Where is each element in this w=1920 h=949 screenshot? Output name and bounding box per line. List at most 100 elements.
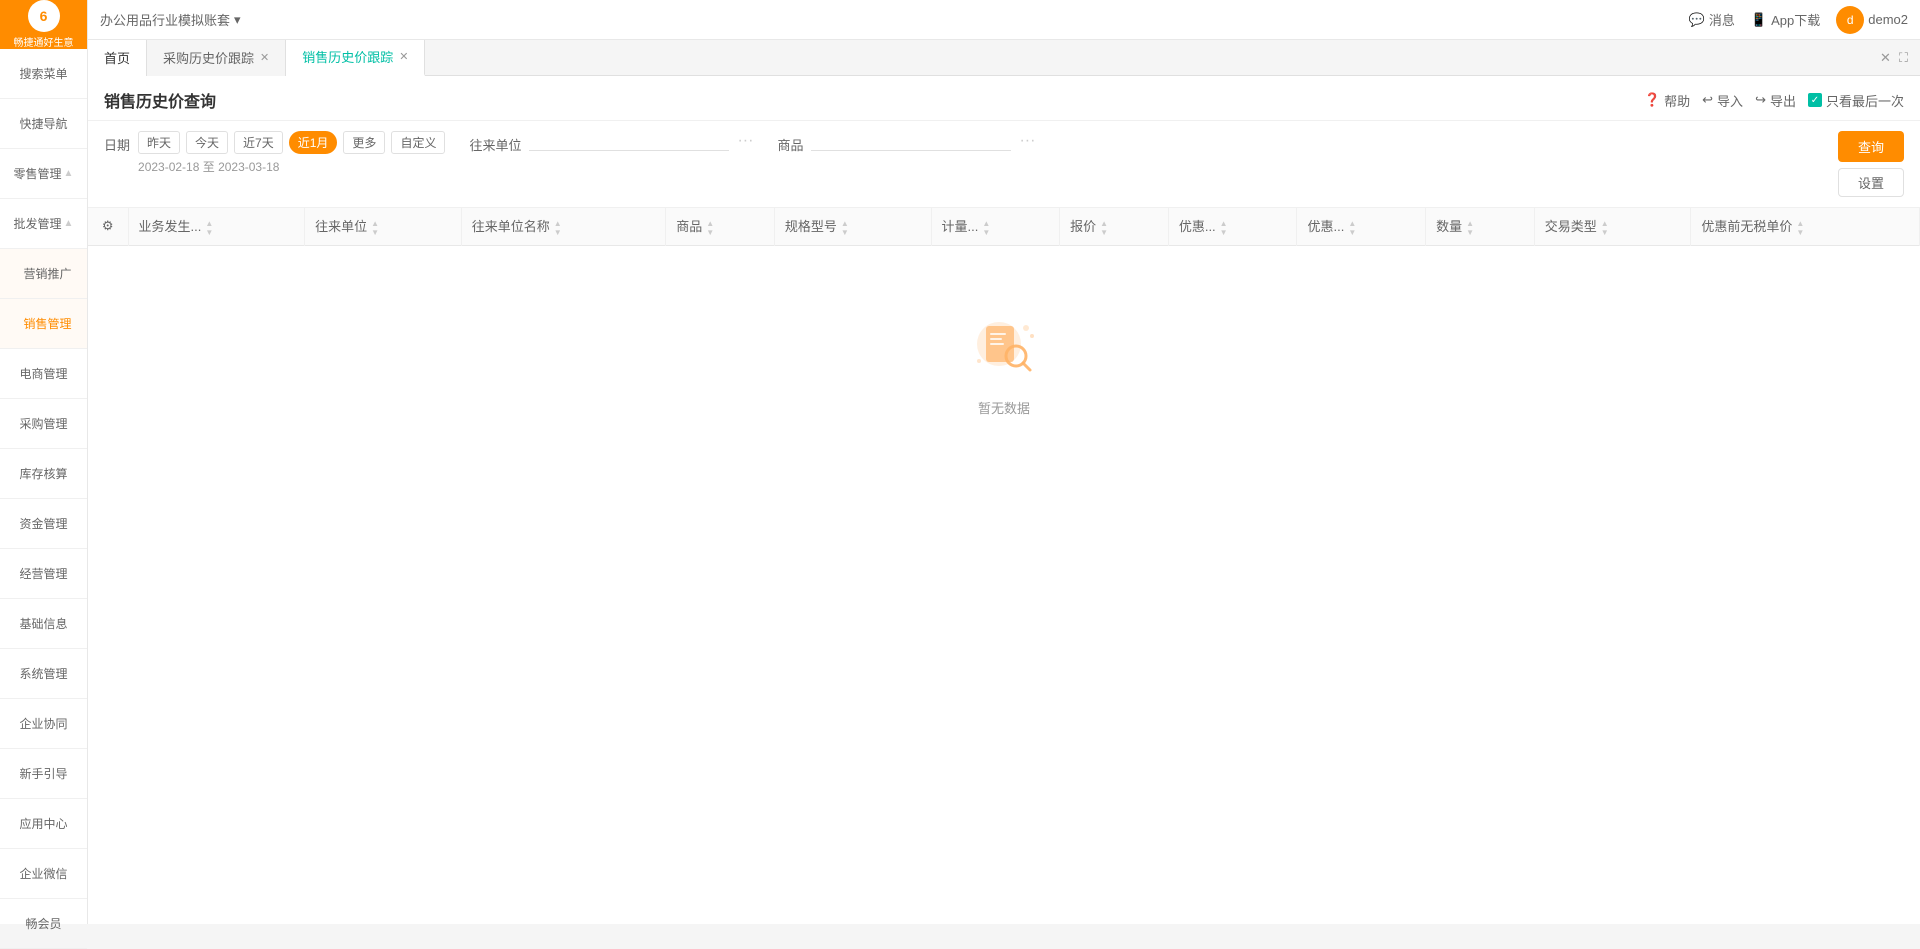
sidebar-item-basic[interactable]: 基础信息 <box>0 599 87 649</box>
sort-icon: ▲▼ <box>205 219 213 237</box>
th-price[interactable]: 报价▲▼ <box>1060 208 1169 245</box>
sidebar-item-ecommerce[interactable]: 电商管理 <box>0 349 87 399</box>
date-range-display: 2023-02-18 至 2023-03-18 <box>138 158 445 175</box>
date-btn-今天[interactable]: 今天 <box>186 131 228 154</box>
partner-label: 往来单位 <box>469 131 521 154</box>
product-filter-group: 商品 ··· <box>777 131 1035 154</box>
help-btn[interactable]: ❓ 帮助 <box>1644 91 1690 110</box>
only-last-checkbox[interactable]: ✓ <box>1808 93 1822 107</box>
th-partner_code[interactable]: 往来单位▲▼ <box>305 208 462 245</box>
th-quantity[interactable]: 数量▲▼ <box>1426 208 1535 245</box>
sidebar-item-inventory[interactable]: 库存核算 <box>0 449 87 499</box>
sort-icon: ▲▼ <box>1220 219 1228 237</box>
sidebar-item-label-wholesale: 批发管理 <box>14 215 62 232</box>
date-btn-自定义[interactable]: 自定义 <box>391 131 445 154</box>
message-btn[interactable]: 💬 消息 <box>1689 10 1735 29</box>
sidebar-item-sales_mgmt[interactable]: 销售管理 <box>0 299 87 349</box>
tab-purchase[interactable]: 采购历史价跟踪 ✕ <box>147 40 286 76</box>
tab-sales-label: 销售历史价跟踪 <box>302 47 393 66</box>
sidebar-item-guide[interactable]: 新手引导 <box>0 749 87 799</box>
sidebar-item-appstore[interactable]: 应用中心 <box>0 799 87 849</box>
app-logo[interactable]: 6 畅捷通好生意 <box>0 0 87 49</box>
sidebar-item-retail[interactable]: 零售管理▲ <box>0 149 87 199</box>
partner-dots[interactable]: ··· <box>737 132 753 150</box>
th-discount2[interactable]: 优惠...▲▼ <box>1297 208 1426 245</box>
sort-icon: ▲▼ <box>1466 219 1474 237</box>
sidebar-item-wechat[interactable]: 企业微信 <box>0 849 87 899</box>
tab-sales-close[interactable]: ✕ <box>399 50 408 63</box>
th-spec[interactable]: 规格型号▲▼ <box>774 208 931 245</box>
wholesale-expand-icon: ▲ <box>64 218 74 229</box>
sidebar-item-wholesale[interactable]: 批发管理▲ <box>0 199 87 249</box>
account-name: 办公用品行业模拟账套 <box>100 10 230 29</box>
partner-input[interactable] <box>529 131 729 151</box>
date-label: 日期 <box>104 131 130 154</box>
date-btn-近1月[interactable]: 近1月 <box>289 131 338 154</box>
date-btn-近7天[interactable]: 近7天 <box>234 131 283 154</box>
sidebar-item-label-system: 系统管理 <box>19 665 67 682</box>
sidebar-item-purchase[interactable]: 采购管理 <box>0 399 87 449</box>
sort-icon: ▲▼ <box>554 219 562 237</box>
close-all-btn[interactable]: ✕ <box>1880 50 1891 66</box>
date-btn-更多[interactable]: 更多 <box>343 131 385 154</box>
empty-text: 暂无数据 <box>978 398 1030 417</box>
product-dots[interactable]: ··· <box>1019 132 1035 150</box>
th-biz_date[interactable]: 业务发生...▲▼ <box>128 208 305 245</box>
page-title: 销售历史价查询 <box>104 88 216 112</box>
th-pretax_price[interactable]: 优惠前无税单价▲▼ <box>1691 208 1920 245</box>
help-icon: ❓ <box>1644 92 1660 108</box>
expand-btn[interactable]: ⛶ <box>1899 50 1908 66</box>
import-btn[interactable]: ↩ 导入 <box>1702 91 1743 110</box>
tab-purchase-close[interactable]: ✕ <box>260 51 269 64</box>
tab-home[interactable]: 首页 <box>88 40 147 76</box>
topbar: 办公用品行业模拟账套 ▾ 💬 消息 📱 App下载 d demo2 <box>88 0 1920 40</box>
settings-button[interactable]: 设置 <box>1838 168 1904 197</box>
date-filter-group: 日期 昨天今天近7天近1月更多自定义 2023-02-18 至 2023-03-… <box>104 131 445 175</box>
sidebar-item-label-search: 搜索菜单 <box>19 65 67 82</box>
page-header: 销售历史价查询 ❓ 帮助 ↩ 导入 ↪ 导出 ✓ 只看最后一次 <box>88 76 1920 121</box>
sidebar-item-label-appstore: 应用中心 <box>19 815 67 832</box>
sidebar-nav: 搜索菜单快捷导航零售管理▲批发管理▲营销推广销售管理电商管理采购管理库存核算资金… <box>0 49 87 949</box>
table-container: ⚙ 业务发生...▲▼往来单位▲▼往来单位名称▲▼商品▲▼规格型号▲▼计量...▲… <box>88 208 1920 924</box>
sidebar-item-label-marketing: 营销推广 <box>23 265 71 282</box>
date-btn-昨天[interactable]: 昨天 <box>138 131 180 154</box>
sidebar-item-enterprise[interactable]: 企业协同 <box>0 699 87 749</box>
th-trade_type[interactable]: 交易类型▲▼ <box>1534 208 1691 245</box>
user-profile[interactable]: d demo2 <box>1836 6 1908 34</box>
sidebar-item-label-retail: 零售管理 <box>14 165 62 182</box>
sort-icon: ▲▼ <box>371 219 379 237</box>
sidebar-item-member[interactable]: 畅会员 <box>0 899 87 949</box>
table-settings-icon[interactable]: ⚙ <box>102 218 114 233</box>
app-download-btn[interactable]: 📱 App下载 <box>1751 10 1820 29</box>
tab-sales[interactable]: 销售历史价跟踪 ✕ <box>286 40 425 76</box>
sidebar-item-label-shortcut: 快捷导航 <box>19 115 67 132</box>
date-btn-group: 昨天今天近7天近1月更多自定义 <box>138 131 445 154</box>
only-last-checkbox-group[interactable]: ✓ 只看最后一次 <box>1808 91 1904 110</box>
sort-icon: ▲▼ <box>706 219 714 237</box>
import-icon: ↩ <box>1702 92 1713 108</box>
th-discount1[interactable]: 优惠...▲▼ <box>1168 208 1297 245</box>
sidebar-item-system[interactable]: 系统管理 <box>0 649 87 699</box>
sidebar-item-operation[interactable]: 经营管理 <box>0 549 87 599</box>
th-unit[interactable]: 计量...▲▼ <box>931 208 1060 245</box>
sidebar-item-finance[interactable]: 资金管理 <box>0 499 87 549</box>
partner-filter-group: 往来单位 ··· <box>469 131 753 154</box>
filter-area: 日期 昨天今天近7天近1月更多自定义 2023-02-18 至 2023-03-… <box>88 121 1920 208</box>
sidebar-item-label-purchase: 采购管理 <box>19 415 67 432</box>
th-product[interactable]: 商品▲▼ <box>666 208 775 245</box>
sidebar-item-shortcut[interactable]: 快捷导航 <box>0 99 87 149</box>
sort-icon: ▲▼ <box>1348 219 1356 237</box>
logo-icon: 6 <box>28 0 60 32</box>
product-input[interactable] <box>811 131 1011 151</box>
empty-state: 暂无数据 <box>88 246 1920 477</box>
account-selector[interactable]: 办公用品行业模拟账套 ▾ <box>100 10 241 29</box>
sidebar-item-marketing[interactable]: 营销推广 <box>0 249 87 299</box>
sort-icon: ▲▼ <box>1796 219 1804 237</box>
th-partner_name[interactable]: 往来单位名称▲▼ <box>461 208 666 245</box>
query-button[interactable]: 查询 <box>1838 131 1904 162</box>
sidebar-item-label-basic: 基础信息 <box>19 615 67 632</box>
data-table: ⚙ 业务发生...▲▼往来单位▲▼往来单位名称▲▼商品▲▼规格型号▲▼计量...▲… <box>88 208 1920 246</box>
sidebar-item-search[interactable]: 搜索菜单 <box>0 49 87 99</box>
export-btn[interactable]: ↪ 导出 <box>1755 91 1796 110</box>
product-input-group: ··· <box>811 131 1035 151</box>
